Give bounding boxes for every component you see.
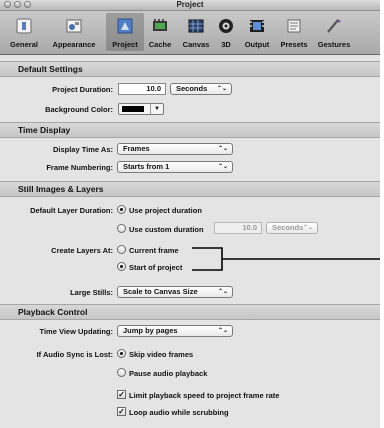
presets-icon [287, 19, 301, 33]
tab-gestures[interactable]: Gestures [312, 13, 356, 51]
chevron-down-icon[interactable]: ▼ [150, 104, 163, 114]
tab-canvas[interactable]: Canvas [178, 13, 214, 51]
frame-numbering-popup[interactable]: Starts from 1 ⌃⌄ [117, 161, 233, 173]
3d-icon [219, 19, 233, 33]
display-time-label: Display Time As: [52, 145, 113, 154]
output-icon [250, 20, 264, 32]
tab-project[interactable]: Project [106, 13, 144, 51]
skip-video-frames-radio[interactable] [117, 349, 126, 358]
updown-arrows-icon: ⌃⌄ [217, 164, 228, 170]
project-duration-field[interactable]: 10.0 [118, 83, 166, 95]
project-duration-label: Project Duration: [52, 85, 113, 94]
tab-3d[interactable]: 3D [214, 13, 238, 51]
gestures-icon [327, 19, 341, 33]
updown-arrows-icon: ⌃⌄ [216, 86, 227, 92]
tab-output[interactable]: Output [240, 13, 274, 51]
window-title: Project [176, 0, 204, 9]
title-bar: Project [0, 0, 380, 11]
skip-video-frames-label: Skip video frames [129, 350, 194, 359]
limit-speed-label: Limit playback speed to project frame ra… [129, 391, 280, 400]
frame-numbering-label: Frame Numbering: [46, 163, 113, 172]
background-color-label: Background Color: [45, 105, 113, 114]
updown-arrows-icon: ⌃⌄ [217, 289, 228, 295]
custom-duration-unit-popup[interactable]: Seconds ⌃⌄ [266, 222, 318, 234]
preferences-window: Project General Appearance Project Cache… [0, 0, 380, 428]
start-of-project-label: Start of project [129, 263, 183, 272]
layer-duration-label: Default Layer Duration: [30, 206, 113, 215]
large-stills-popup[interactable]: Scale to Canvas Size ⌃⌄ [117, 286, 233, 298]
tab-appearance[interactable]: Appearance [44, 13, 104, 51]
tab-cache[interactable]: Cache [144, 13, 176, 51]
section-playback-control: Playback Control [0, 304, 380, 320]
display-time-popup[interactable]: Frames ⌃⌄ [117, 143, 233, 155]
create-layers-label: Create Layers At: [51, 246, 113, 255]
custom-duration-field[interactable]: 10.0 [214, 222, 262, 234]
updown-arrows-icon: ⌃⌄ [302, 225, 313, 231]
updown-arrows-icon: ⌃⌄ [217, 146, 228, 152]
pause-audio-radio[interactable] [117, 368, 126, 377]
loop-audio-label: Loop audio while scrubbing [129, 408, 229, 417]
use-project-duration-label: Use project duration [129, 206, 202, 215]
section-default-settings: Default Settings [0, 61, 380, 77]
audio-sync-label: If Audio Sync is Lost: [36, 350, 113, 359]
canvas-icon [188, 19, 204, 33]
duration-unit-popup[interactable]: Seconds ⌃⌄ [170, 83, 232, 95]
section-still-images: Still Images & Layers [0, 181, 380, 197]
limit-speed-checkbox[interactable]: ✓ [117, 390, 126, 399]
tab-presets[interactable]: Presets [276, 13, 312, 51]
preferences-toolbar: General Appearance Project Cache Canvas … [0, 11, 380, 55]
use-custom-duration-label: Use custom duration [129, 225, 204, 234]
appearance-icon [66, 19, 82, 33]
loop-audio-checkbox[interactable]: ✓ [117, 407, 126, 416]
large-stills-label: Large Stills: [70, 288, 113, 297]
use-project-duration-radio[interactable] [117, 205, 126, 214]
cache-icon [153, 19, 167, 31]
time-view-updating-popup[interactable]: Jump by pages ⌃⌄ [117, 325, 233, 337]
general-icon [16, 18, 32, 34]
color-swatch [122, 106, 144, 112]
background-color-well[interactable]: ▼ [118, 103, 164, 115]
pause-audio-label: Pause audio playback [129, 369, 208, 378]
current-frame-label: Current frame [129, 246, 179, 255]
current-frame-radio[interactable] [117, 245, 126, 254]
section-time-display: Time Display [0, 122, 380, 138]
use-custom-duration-radio[interactable] [117, 224, 126, 233]
updown-arrows-icon: ⌃⌄ [217, 328, 228, 334]
project-icon [117, 18, 133, 34]
start-of-project-radio[interactable] [117, 262, 126, 271]
tab-general[interactable]: General [4, 13, 44, 51]
time-view-updating-label: Time View Updating: [39, 327, 113, 336]
callout-bracket [192, 247, 380, 271]
